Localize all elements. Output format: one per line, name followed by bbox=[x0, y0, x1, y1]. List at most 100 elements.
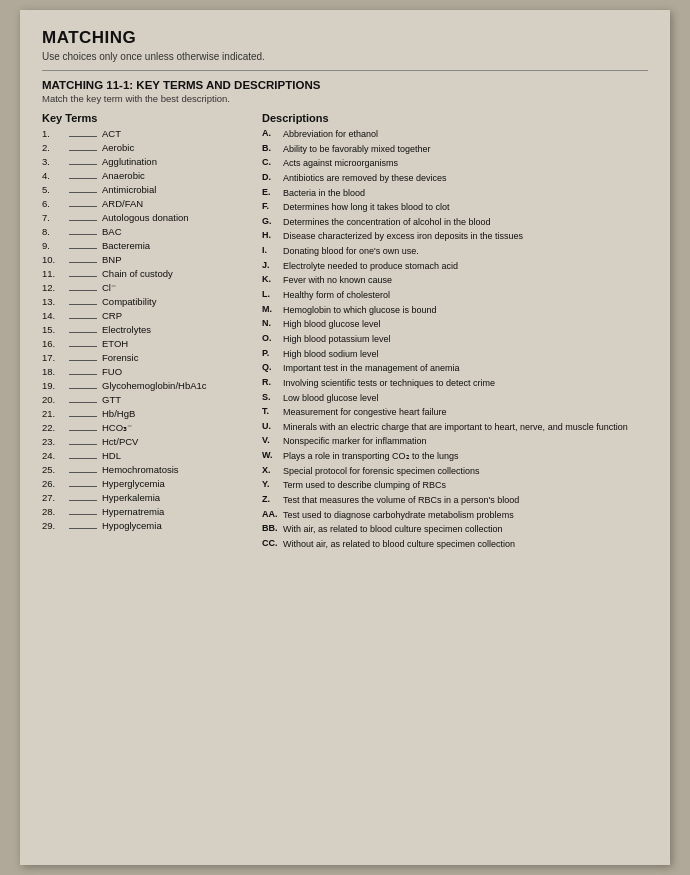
term-number: 2. bbox=[42, 142, 64, 153]
term-name: Bacteremia bbox=[102, 240, 150, 251]
term-number: 15. bbox=[42, 324, 64, 335]
desc-item: K. Fever with no known cause bbox=[262, 274, 648, 286]
term-number: 21. bbox=[42, 408, 64, 419]
term-name: CRP bbox=[102, 310, 122, 321]
divider bbox=[42, 70, 648, 71]
section-title: MATCHING 11-1: KEY TERMS AND DESCRIPTION… bbox=[42, 79, 648, 91]
page-subtitle: Use choices only once unless otherwise i… bbox=[42, 51, 648, 62]
page: MATCHING Use choices only once unless ot… bbox=[20, 10, 670, 865]
term-number: 5. bbox=[42, 184, 64, 195]
term-item: 15. Electrolytes bbox=[42, 324, 242, 335]
desc-item: Q. Important test in the management of a… bbox=[262, 362, 648, 374]
key-terms-column: Key Terms 1. ACT 2. Aerobic 3. Agglutina… bbox=[42, 112, 242, 534]
desc-letter: Q. bbox=[262, 362, 280, 372]
term-item: 16. ETOH bbox=[42, 338, 242, 349]
term-blank bbox=[69, 374, 97, 375]
term-name: Chain of custody bbox=[102, 268, 173, 279]
term-blank bbox=[69, 290, 97, 291]
desc-item: AA. Test used to diagnose carbohydrate m… bbox=[262, 509, 648, 521]
term-number: 24. bbox=[42, 450, 64, 461]
desc-text: Ability to be favorably mixed together bbox=[283, 143, 648, 155]
desc-text: Minerals with an electric charge that ar… bbox=[283, 421, 648, 433]
desc-item: A. Abbreviation for ethanol bbox=[262, 128, 648, 140]
term-number: 11. bbox=[42, 268, 64, 279]
term-name: Autologous donation bbox=[102, 212, 189, 223]
term-item: 28. Hypernatremia bbox=[42, 506, 242, 517]
desc-letter: N. bbox=[262, 318, 280, 328]
term-name: HCO₃⁻ bbox=[102, 422, 132, 433]
desc-text: Test used to diagnose carbohydrate metab… bbox=[283, 509, 648, 521]
term-blank bbox=[69, 220, 97, 221]
desc-letter: L. bbox=[262, 289, 280, 299]
desc-letter: CC. bbox=[262, 538, 280, 548]
term-item: 2. Aerobic bbox=[42, 142, 242, 153]
desc-item: N. High blood glucose level bbox=[262, 318, 648, 330]
desc-letter: O. bbox=[262, 333, 280, 343]
term-name: Hyperkalemia bbox=[102, 492, 160, 503]
desc-item: X. Special protocol for forensic specime… bbox=[262, 465, 648, 477]
term-number: 19. bbox=[42, 380, 64, 391]
content-columns: Key Terms 1. ACT 2. Aerobic 3. Agglutina… bbox=[42, 112, 648, 553]
term-name: Anaerobic bbox=[102, 170, 145, 181]
desc-item: E. Bacteria in the blood bbox=[262, 187, 648, 199]
term-name: Forensic bbox=[102, 352, 138, 363]
desc-letter: M. bbox=[262, 304, 280, 314]
term-blank bbox=[69, 430, 97, 431]
term-number: 1. bbox=[42, 128, 64, 139]
term-blank bbox=[69, 332, 97, 333]
desc-item: Y. Term used to describe clumping of RBC… bbox=[262, 479, 648, 491]
desc-item: P. High blood sodium level bbox=[262, 348, 648, 360]
desc-item: W. Plays a role in transporting CO₂ to t… bbox=[262, 450, 648, 462]
desc-text: Electrolyte needed to produce stomach ac… bbox=[283, 260, 648, 272]
descriptions-label: Descriptions bbox=[262, 112, 648, 124]
desc-letter: S. bbox=[262, 392, 280, 402]
desc-text: Low blood glucose level bbox=[283, 392, 648, 404]
term-item: 17. Forensic bbox=[42, 352, 242, 363]
term-name: ETOH bbox=[102, 338, 128, 349]
desc-letter: F. bbox=[262, 201, 280, 211]
desc-item: R. Involving scientific tests or techniq… bbox=[262, 377, 648, 389]
term-number: 20. bbox=[42, 394, 64, 405]
term-item: 13. Compatibility bbox=[42, 296, 242, 307]
term-number: 3. bbox=[42, 156, 64, 167]
term-item: 5. Antimicrobial bbox=[42, 184, 242, 195]
desc-item: F. Determines how long it takes blood to… bbox=[262, 201, 648, 213]
term-item: 3. Agglutination bbox=[42, 156, 242, 167]
term-number: 23. bbox=[42, 436, 64, 447]
desc-letter: W. bbox=[262, 450, 280, 460]
term-item: 9. Bacteremia bbox=[42, 240, 242, 251]
term-name: Hypoglycemia bbox=[102, 520, 162, 531]
desc-text: Important test in the management of anem… bbox=[283, 362, 648, 374]
desc-text: Test that measures the volume of RBCs in… bbox=[283, 494, 648, 506]
desc-letter: C. bbox=[262, 157, 280, 167]
term-name: ARD/FAN bbox=[102, 198, 143, 209]
term-blank bbox=[69, 150, 97, 151]
desc-item: D. Antibiotics are removed by these devi… bbox=[262, 172, 648, 184]
term-item: 26. Hyperglycemia bbox=[42, 478, 242, 489]
term-item: 10. BNP bbox=[42, 254, 242, 265]
term-number: 8. bbox=[42, 226, 64, 237]
term-item: 19. Glycohemoglobin/HbA1c bbox=[42, 380, 242, 391]
term-blank bbox=[69, 458, 97, 459]
desc-text: Bacteria in the blood bbox=[283, 187, 648, 199]
desc-letter: T. bbox=[262, 406, 280, 416]
desc-text: Special protocol for forensic specimen c… bbox=[283, 465, 648, 477]
desc-letter: Z. bbox=[262, 494, 280, 504]
desc-text: Acts against microorganisms bbox=[283, 157, 648, 169]
desc-item: U. Minerals with an electric charge that… bbox=[262, 421, 648, 433]
term-item: 7. Autologous donation bbox=[42, 212, 242, 223]
term-number: 14. bbox=[42, 310, 64, 321]
term-blank bbox=[69, 444, 97, 445]
desc-item: T. Measurement for congestive heart fail… bbox=[262, 406, 648, 418]
page-title: MATCHING bbox=[42, 28, 648, 48]
desc-letter: H. bbox=[262, 230, 280, 240]
term-name: BNP bbox=[102, 254, 122, 265]
term-blank bbox=[69, 472, 97, 473]
term-blank bbox=[69, 192, 97, 193]
term-name: Compatibility bbox=[102, 296, 156, 307]
term-blank bbox=[69, 500, 97, 501]
term-name: Hemochromatosis bbox=[102, 464, 179, 475]
desc-letter: K. bbox=[262, 274, 280, 284]
term-name: Hct/PCV bbox=[102, 436, 138, 447]
term-blank bbox=[69, 136, 97, 137]
